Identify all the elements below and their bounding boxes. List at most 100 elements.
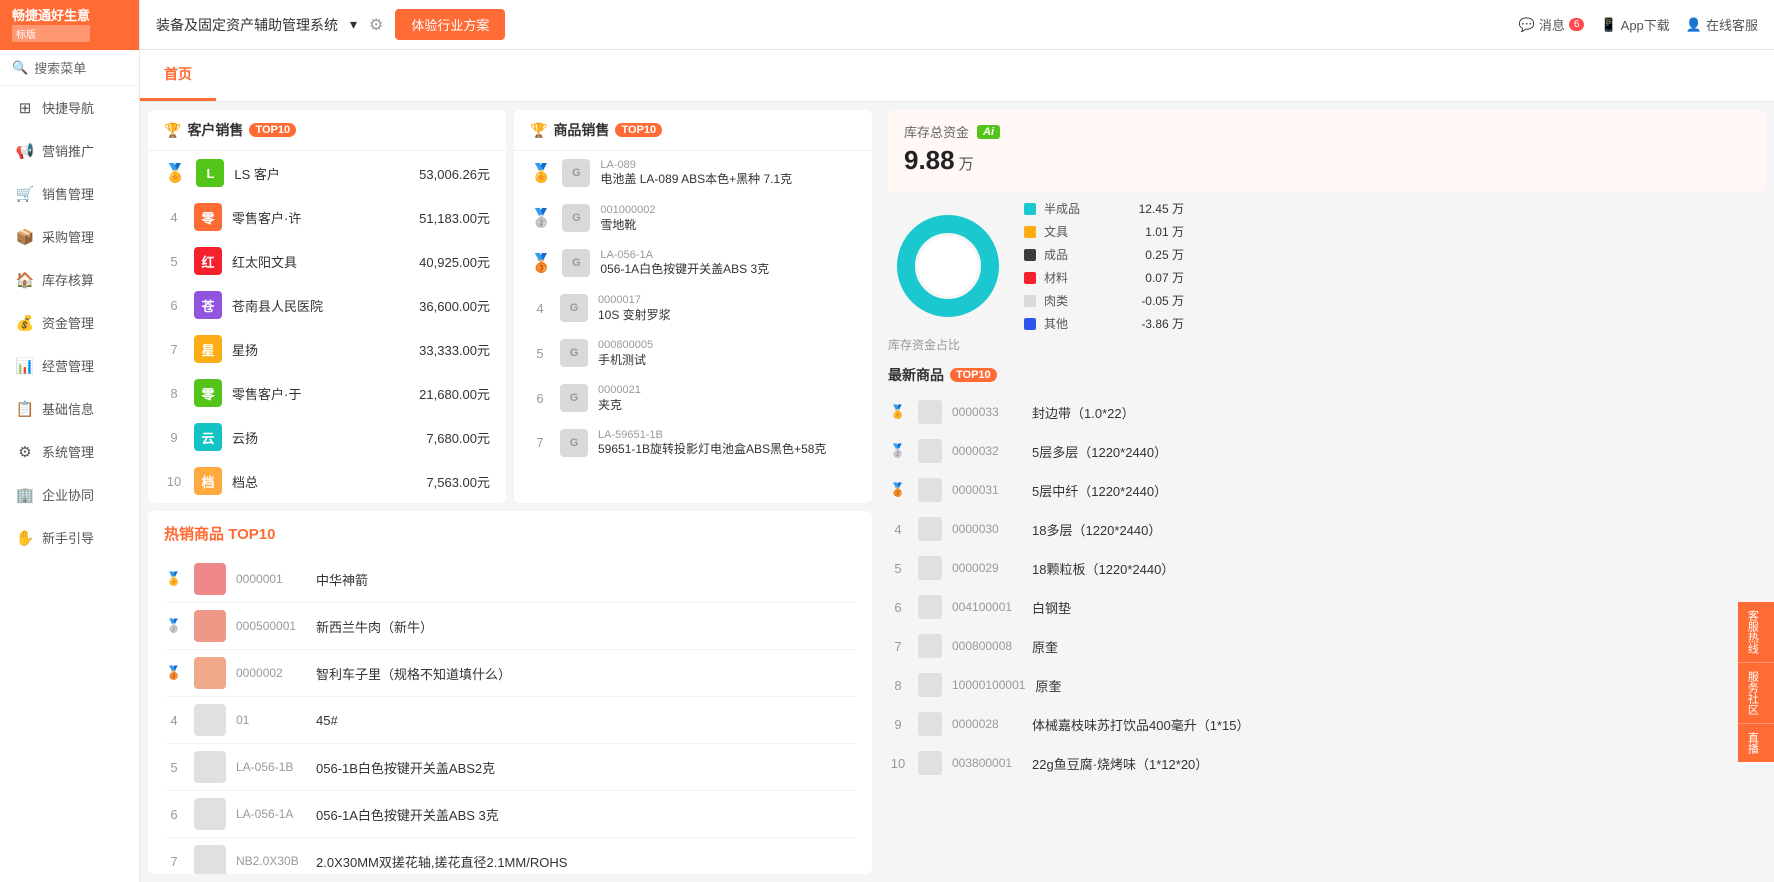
system-icon: ⚙: [16, 443, 34, 461]
np-rank-6: 6: [888, 600, 908, 615]
product-name: 056-1A白色按键开关盖ABS 3克: [316, 805, 856, 824]
rank-num-5: 7: [164, 342, 184, 357]
top-row: 🏆 客户销售 TOP10 🏅 L LS 客户 53,006.26元 4 零 零售…: [140, 102, 880, 507]
settings-icon[interactable]: ⚙: [369, 15, 383, 35]
hot-product-row: 🥉 0000002 智利车子里（规格不知道填什么）: [164, 650, 856, 697]
new-product-row: 8 10000100001 原奎: [888, 666, 1766, 705]
np-name: 22g鱼豆腐·烧烤味（1*12*20）: [1032, 754, 1766, 773]
new-products-badge: TOP10: [950, 368, 997, 382]
product-code: 0000002: [236, 666, 306, 680]
goods-icon-6: G: [560, 384, 588, 412]
legend-val-2: 0.25 万: [1145, 246, 1184, 263]
sidebar-item-operations[interactable]: 📊 经营管理: [0, 344, 139, 387]
goods-row-5: 5 G 000800005 手机测试: [514, 331, 872, 376]
customer-icon-5: 星: [194, 335, 222, 363]
customer-name-1: LS 客户: [234, 164, 409, 183]
product-code: NB2.0X30B: [236, 854, 306, 868]
new-products-list: 🏅 0000033 封边带（1.0*22）🥈 0000032 5层多层（1220…: [888, 393, 1766, 783]
sidebar-item-basic[interactable]: 📋 基础信息: [0, 387, 139, 430]
hot-title-text: 热销商品: [164, 526, 224, 543]
new-product-row: 10 003800001 22g鱼豆腐·烧烤味（1*12*20）: [888, 744, 1766, 783]
product-img-placeholder: [194, 751, 226, 783]
dropdown-arrow[interactable]: ▾: [350, 16, 357, 33]
legend-name-5: 其他: [1044, 315, 1133, 332]
new-product-row: 7 000800008 原奎: [888, 627, 1766, 666]
sidebar: 畅捷通好生意 标版 🔍 搜索菜单 ⊞ 快捷导航 📢 营销推广 🛒 销售管理 📦 …: [0, 0, 140, 882]
search-menu[interactable]: 🔍 搜索菜单: [0, 50, 139, 86]
customer-name-8: 档总: [232, 472, 416, 491]
sidebar-item-home[interactable]: ⊞ 快捷导航: [0, 86, 139, 129]
np-code: 0000030: [952, 522, 1022, 536]
np-code: 0000029: [952, 561, 1022, 575]
customers-panel: 🏆 客户销售 TOP10 🏅 L LS 客户 53,006.26元 4 零 零售…: [148, 110, 506, 503]
customer-name-2: 零售客户·许: [232, 208, 409, 227]
marketing-icon: 📢: [16, 142, 34, 160]
legend-val-1: 1.01 万: [1145, 223, 1184, 240]
new-products-section: 最新商品 TOP10 🏅 0000033 封边带（1.0*22）🥈 000003…: [888, 365, 1766, 783]
sidebar-item-purchase[interactable]: 📦 采购管理: [0, 215, 139, 258]
customer-row-1: 🏅 L LS 客户 53,006.26元: [148, 151, 506, 195]
customer-value-2: 51,183.00元: [419, 208, 490, 227]
np-rank-5: 5: [888, 561, 908, 576]
legend-val-0: 12.45 万: [1139, 200, 1184, 217]
search-menu-label: 搜索菜单: [34, 58, 86, 77]
customer-value-4: 36,600.00元: [419, 296, 490, 315]
sidebar-item-guide[interactable]: ✋ 新手引导: [0, 516, 139, 559]
inventory-unit: 万: [959, 153, 974, 174]
legend-color-1: [1024, 226, 1036, 238]
goods-rank-5: 5: [530, 346, 550, 361]
float-btn-service[interactable]: 客服热线: [1738, 602, 1774, 662]
legend-item-3: 材料 0.07 万: [1024, 269, 1184, 286]
product-code: 0000001: [236, 572, 306, 586]
legend-name-2: 成品: [1044, 246, 1137, 263]
goods-icon-2: G: [562, 204, 590, 232]
trial-button[interactable]: 体验行业方案: [395, 9, 505, 40]
product-code: 000500001: [236, 619, 306, 633]
legend-grid: 半成品 12.45 万 文具 1.01 万 成品 0.25 万: [1024, 200, 1184, 332]
goods-name-6: 夹克: [598, 396, 856, 413]
notifications-label: 消息: [1539, 15, 1565, 34]
product-name: 中华神箭: [316, 570, 856, 589]
customer-name-5: 星扬: [232, 340, 409, 359]
app-download-item[interactable]: 📱 App下载: [1600, 15, 1669, 34]
customer-name-3: 红太阳文具: [232, 252, 409, 271]
new-product-row: 4 0000030 18多层（1220*2440）: [888, 510, 1766, 549]
service-icon: 👤: [1686, 17, 1702, 33]
sidebar-item-finance[interactable]: 💰 资金管理: [0, 301, 139, 344]
sidebar-item-system[interactable]: ⚙ 系统管理: [0, 430, 139, 473]
sidebar-item-marketing[interactable]: 📢 营销推广: [0, 129, 139, 172]
legend-color-2: [1024, 249, 1036, 261]
notifications-item[interactable]: 💬 消息 6: [1519, 15, 1585, 34]
legend-item-1: 文具 1.01 万: [1024, 223, 1184, 240]
np-name: 18多层（1220*2440）: [1032, 520, 1766, 539]
online-service-item[interactable]: 👤 在线客服: [1686, 15, 1758, 34]
goods-code-3: LA-056-1A: [600, 249, 856, 261]
home-icon: ⊞: [16, 99, 34, 117]
float-btn-live[interactable]: 直播: [1738, 723, 1774, 762]
sidebar-item-label: 企业协同: [42, 485, 94, 504]
hot-medal-3: 🥉: [164, 665, 184, 681]
product-img: [194, 657, 226, 689]
tab-home[interactable]: 首页: [140, 50, 216, 101]
legend-item-4: 肉类 -0.05 万: [1024, 292, 1184, 309]
legend-name-1: 文具: [1044, 223, 1137, 240]
sidebar-item-company[interactable]: 🏢 企业协同: [0, 473, 139, 516]
float-btn-community[interactable]: 服务社区: [1738, 662, 1774, 723]
legend-color-3: [1024, 272, 1036, 284]
customer-row-8: 10 档 档总 7,563.00元: [148, 459, 506, 503]
product-code: LA-056-1A: [236, 807, 306, 821]
sidebar-item-sales[interactable]: 🛒 销售管理: [0, 172, 139, 215]
hot-product-row: 7 NB2.0X30B 2.0X30MM双搓花轴,搓花直径2.1MM/ROHS: [164, 838, 856, 874]
search-icon: 🔍: [12, 60, 28, 76]
customer-name-7: 云扬: [232, 428, 416, 447]
sidebar-item-label: 基础信息: [42, 399, 94, 418]
sidebar-item-inventory[interactable]: 🏠 库存核算: [0, 258, 139, 301]
np-code: 004100001: [952, 600, 1022, 614]
np-icon: [918, 673, 942, 697]
new-product-row: 🥉 0000031 5层中纤（1220*2440）: [888, 471, 1766, 510]
customer-value-3: 40,925.00元: [419, 252, 490, 271]
operations-icon: 📊: [16, 357, 34, 375]
customer-value-1: 53,006.26元: [419, 164, 490, 183]
content-header: 首页: [140, 50, 1774, 102]
sidebar-item-label: 系统管理: [42, 442, 94, 461]
